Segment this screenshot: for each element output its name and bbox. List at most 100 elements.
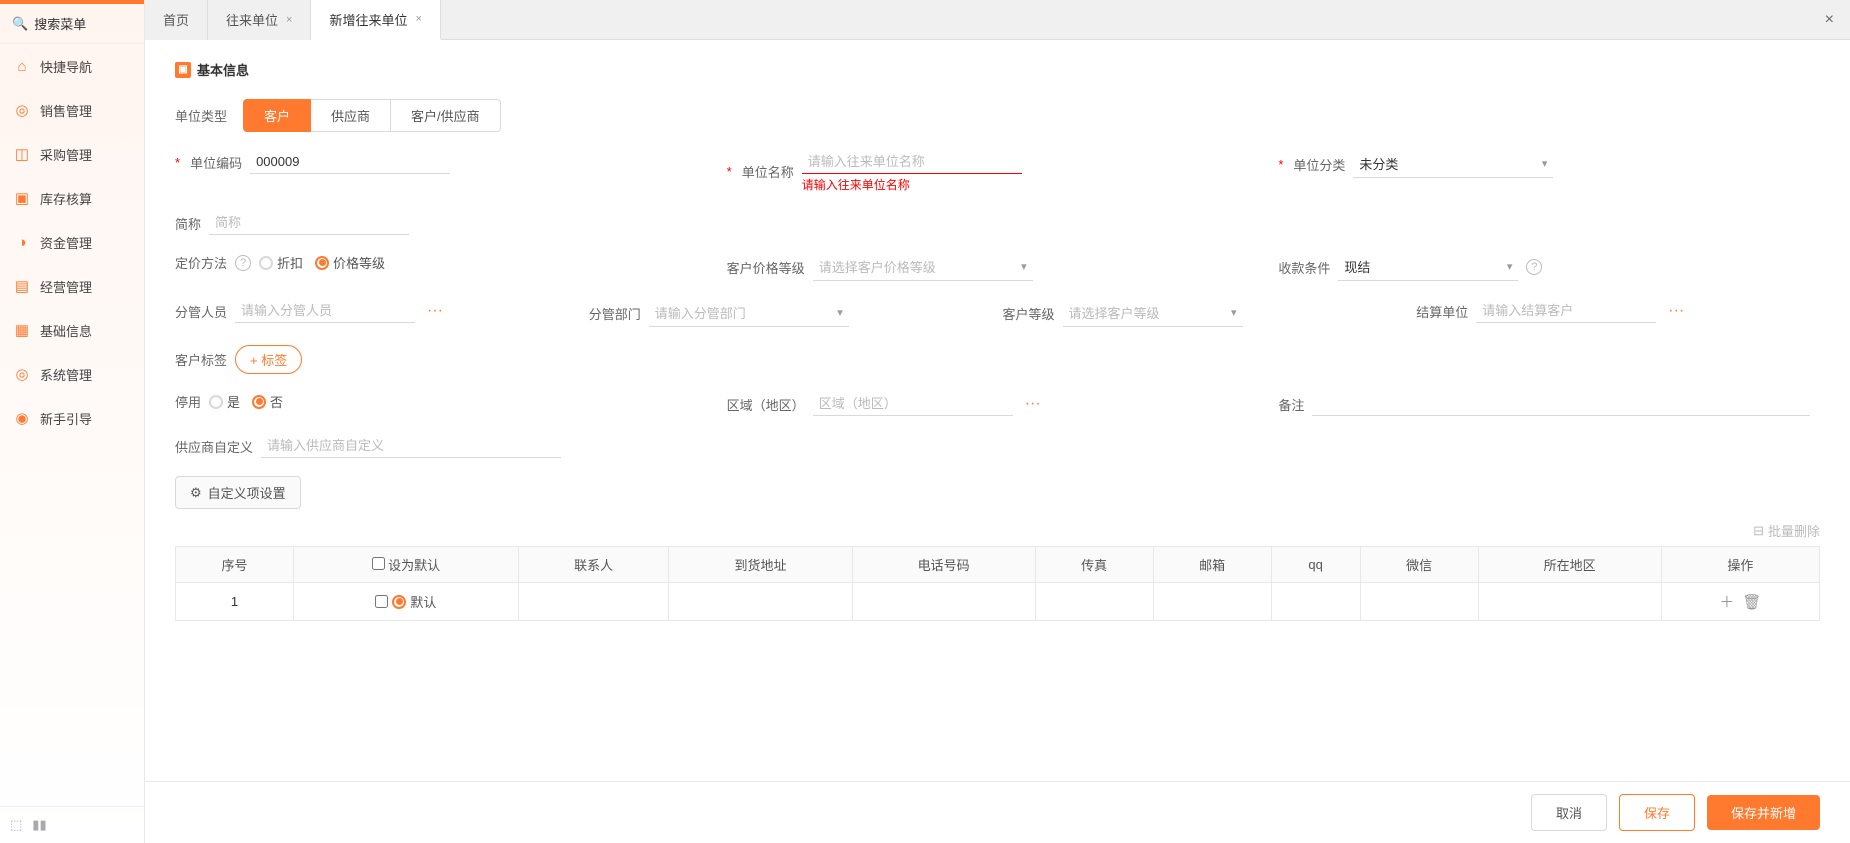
radio-grade-dot bbox=[319, 259, 326, 266]
field-supplier-custom: 供应商自定义 bbox=[175, 434, 1820, 458]
operations-icon: ▤ bbox=[12, 276, 32, 296]
select-all-checkbox[interactable] bbox=[372, 557, 385, 570]
batch-delete-label[interactable]: 批量删除 bbox=[1768, 521, 1820, 540]
customer-grade-select[interactable]: 请选择客户等级 ▾ bbox=[1063, 299, 1243, 327]
customer-price-placeholder: 请选择客户价格等级 bbox=[819, 257, 936, 276]
unit-name-error: 请输入往来单位名称 bbox=[802, 176, 1259, 193]
sidebar-item-operations[interactable]: ▤ 经营管理 bbox=[0, 264, 144, 308]
field-payment: 收款条件 现结 ▾ ? bbox=[1268, 253, 1820, 281]
sidebar-item-quick-nav[interactable]: ⌂ 快捷导航 bbox=[0, 44, 144, 88]
type-btn-both[interactable]: 客户/供应商 bbox=[391, 99, 501, 132]
required-star-category: * bbox=[1278, 157, 1283, 172]
system-icon: ◎ bbox=[12, 364, 32, 384]
unit-category-select[interactable]: 未分类 ▾ bbox=[1353, 150, 1553, 178]
cell-seq: 1 bbox=[176, 583, 294, 621]
save-new-button[interactable]: 保存并新增 bbox=[1707, 795, 1820, 830]
sidebar-item-finance[interactable]: ◑ 资金管理 bbox=[0, 220, 144, 264]
dept-chevron: ▾ bbox=[837, 306, 843, 319]
field-settlement: 结算单位 ··· bbox=[1406, 299, 1820, 323]
finance-icon: ◑ bbox=[12, 232, 32, 252]
customer-price-label: 客户价格等级 bbox=[727, 258, 805, 277]
field-disabled: 停用 是 否 bbox=[175, 392, 717, 411]
payment-value: 现结 bbox=[1344, 257, 1370, 276]
sidebar-bottom-icon1: ⬚ bbox=[10, 817, 22, 833]
tab-new-partner-close[interactable]: × bbox=[415, 13, 421, 25]
delete-row-btn[interactable]: 🗑 bbox=[1742, 593, 1761, 611]
tab-partner-list-close[interactable]: × bbox=[286, 14, 292, 26]
sidebar-item-system[interactable]: ◎ 系统管理 bbox=[0, 352, 144, 396]
radio-grade-label: 价格等级 bbox=[333, 253, 385, 272]
window-close-button[interactable]: × bbox=[1809, 11, 1850, 29]
cell-actions: ＋ 🗑 bbox=[1661, 583, 1819, 621]
inventory-icon: ▣ bbox=[12, 188, 32, 208]
customer-price-select[interactable]: 请选择客户价格等级 ▾ bbox=[813, 253, 1033, 281]
tab-new-partner[interactable]: 新增往来单位 × bbox=[311, 0, 440, 40]
col-contact: 联系人 bbox=[518, 547, 669, 583]
field-unit-category: * 单位分类 未分类 ▾ bbox=[1268, 150, 1820, 178]
disabled-label: 停用 bbox=[175, 392, 201, 411]
save-button[interactable]: 保存 bbox=[1619, 794, 1695, 831]
sidebar-item-inventory[interactable]: ▣ 库存核算 bbox=[0, 176, 144, 220]
col-wechat: 微信 bbox=[1360, 547, 1478, 583]
radio-discount-label: 折扣 bbox=[277, 253, 303, 272]
sidebar-search-label: 搜索菜单 bbox=[34, 14, 86, 33]
field-customer-tag: 客户标签 + 标签 bbox=[175, 345, 1820, 374]
search-icon: 🔍 bbox=[12, 16, 28, 32]
radio-discount[interactable]: 折扣 bbox=[259, 253, 303, 272]
region-more-btn[interactable]: ··· bbox=[1021, 395, 1045, 413]
sidebar-search[interactable]: 🔍 搜索菜单 bbox=[0, 4, 144, 44]
customer-grade-label: 客户等级 bbox=[1003, 304, 1055, 323]
contacts-table-wrap: 序号 设为默认 联系人 到货地址 电话号码 传真 邮箱 qq 微信 所在地区 操… bbox=[175, 546, 1820, 621]
quick-nav-icon: ⌂ bbox=[12, 56, 32, 76]
manager-input[interactable] bbox=[235, 299, 415, 323]
row-checkbox[interactable] bbox=[375, 595, 388, 608]
manager-label: 分管人员 bbox=[175, 302, 227, 321]
sidebar: 🔍 搜索菜单 ⌂ 快捷导航 ◎ 销售管理 ◫ 采购管理 ▣ 库存核算 ◑ 资金管… bbox=[0, 0, 145, 843]
dept-select[interactable]: 请输入分管部门 ▾ bbox=[649, 299, 849, 327]
sidebar-item-basic-info[interactable]: ▦ 基础信息 bbox=[0, 308, 144, 352]
radio-yes-circle bbox=[209, 395, 223, 409]
radio-grade[interactable]: 价格等级 bbox=[315, 253, 385, 272]
cell-default: 默认 bbox=[293, 583, 518, 621]
radio-no[interactable]: 否 bbox=[252, 392, 283, 411]
new-guide-icon: ◉ bbox=[12, 408, 32, 428]
cell-address bbox=[669, 583, 852, 621]
bottom-bar: 取消 保存 保存并新增 bbox=[145, 781, 1850, 843]
region-input[interactable] bbox=[813, 392, 1013, 416]
settlement-input[interactable] bbox=[1476, 299, 1656, 323]
settlement-more-btn[interactable]: ··· bbox=[1664, 302, 1688, 320]
add-tag-button[interactable]: + 标签 bbox=[235, 345, 302, 374]
cancel-button[interactable]: 取消 bbox=[1531, 794, 1607, 831]
default-radio[interactable]: 默认 bbox=[392, 592, 436, 611]
pricing-method-help[interactable]: ? bbox=[235, 255, 251, 271]
manager-more-btn[interactable]: ··· bbox=[423, 302, 447, 320]
short-name-input[interactable] bbox=[209, 211, 409, 235]
add-row-btn[interactable]: ＋ bbox=[1719, 591, 1734, 612]
purchase-icon: ◫ bbox=[12, 144, 32, 164]
remark-input[interactable] bbox=[1312, 392, 1810, 416]
sidebar-item-purchase[interactable]: ◫ 采购管理 bbox=[0, 132, 144, 176]
field-unit-code: * 单位编码 bbox=[175, 150, 717, 174]
pricing-method-label: 定价方法 bbox=[175, 253, 227, 272]
row-actions: ＋ 🗑 bbox=[1672, 591, 1809, 612]
custom-settings-button[interactable]: ⚙ 自定义项设置 bbox=[175, 476, 301, 509]
contacts-table: 序号 设为默认 联系人 到货地址 电话号码 传真 邮箱 qq 微信 所在地区 操… bbox=[175, 546, 1820, 621]
type-btn-supplier[interactable]: 供应商 bbox=[311, 99, 391, 132]
tab-partner-list[interactable]: 往来单位 × bbox=[208, 0, 311, 40]
sidebar-item-sales[interactable]: ◎ 销售管理 bbox=[0, 88, 144, 132]
payment-select[interactable]: 现结 ▾ bbox=[1338, 253, 1518, 281]
sidebar-item-new-guide[interactable]: ◉ 新手引导 bbox=[0, 396, 144, 440]
unit-category-value: 未分类 bbox=[1359, 154, 1398, 173]
table-row: 1 默认 bbox=[176, 583, 1820, 621]
unit-name-input[interactable] bbox=[802, 150, 1022, 174]
tab-home[interactable]: 首页 bbox=[145, 0, 208, 40]
radio-no-label: 否 bbox=[270, 392, 283, 411]
supplier-custom-input[interactable] bbox=[261, 434, 561, 458]
remark-label: 备注 bbox=[1278, 395, 1304, 414]
batch-icon: ⊟ bbox=[1753, 523, 1764, 539]
radio-yes[interactable]: 是 bbox=[209, 392, 240, 411]
default-radio-circle bbox=[392, 595, 406, 609]
unit-code-input[interactable] bbox=[250, 150, 450, 174]
type-btn-customer[interactable]: 客户 bbox=[243, 99, 311, 132]
payment-help[interactable]: ? bbox=[1526, 259, 1542, 275]
